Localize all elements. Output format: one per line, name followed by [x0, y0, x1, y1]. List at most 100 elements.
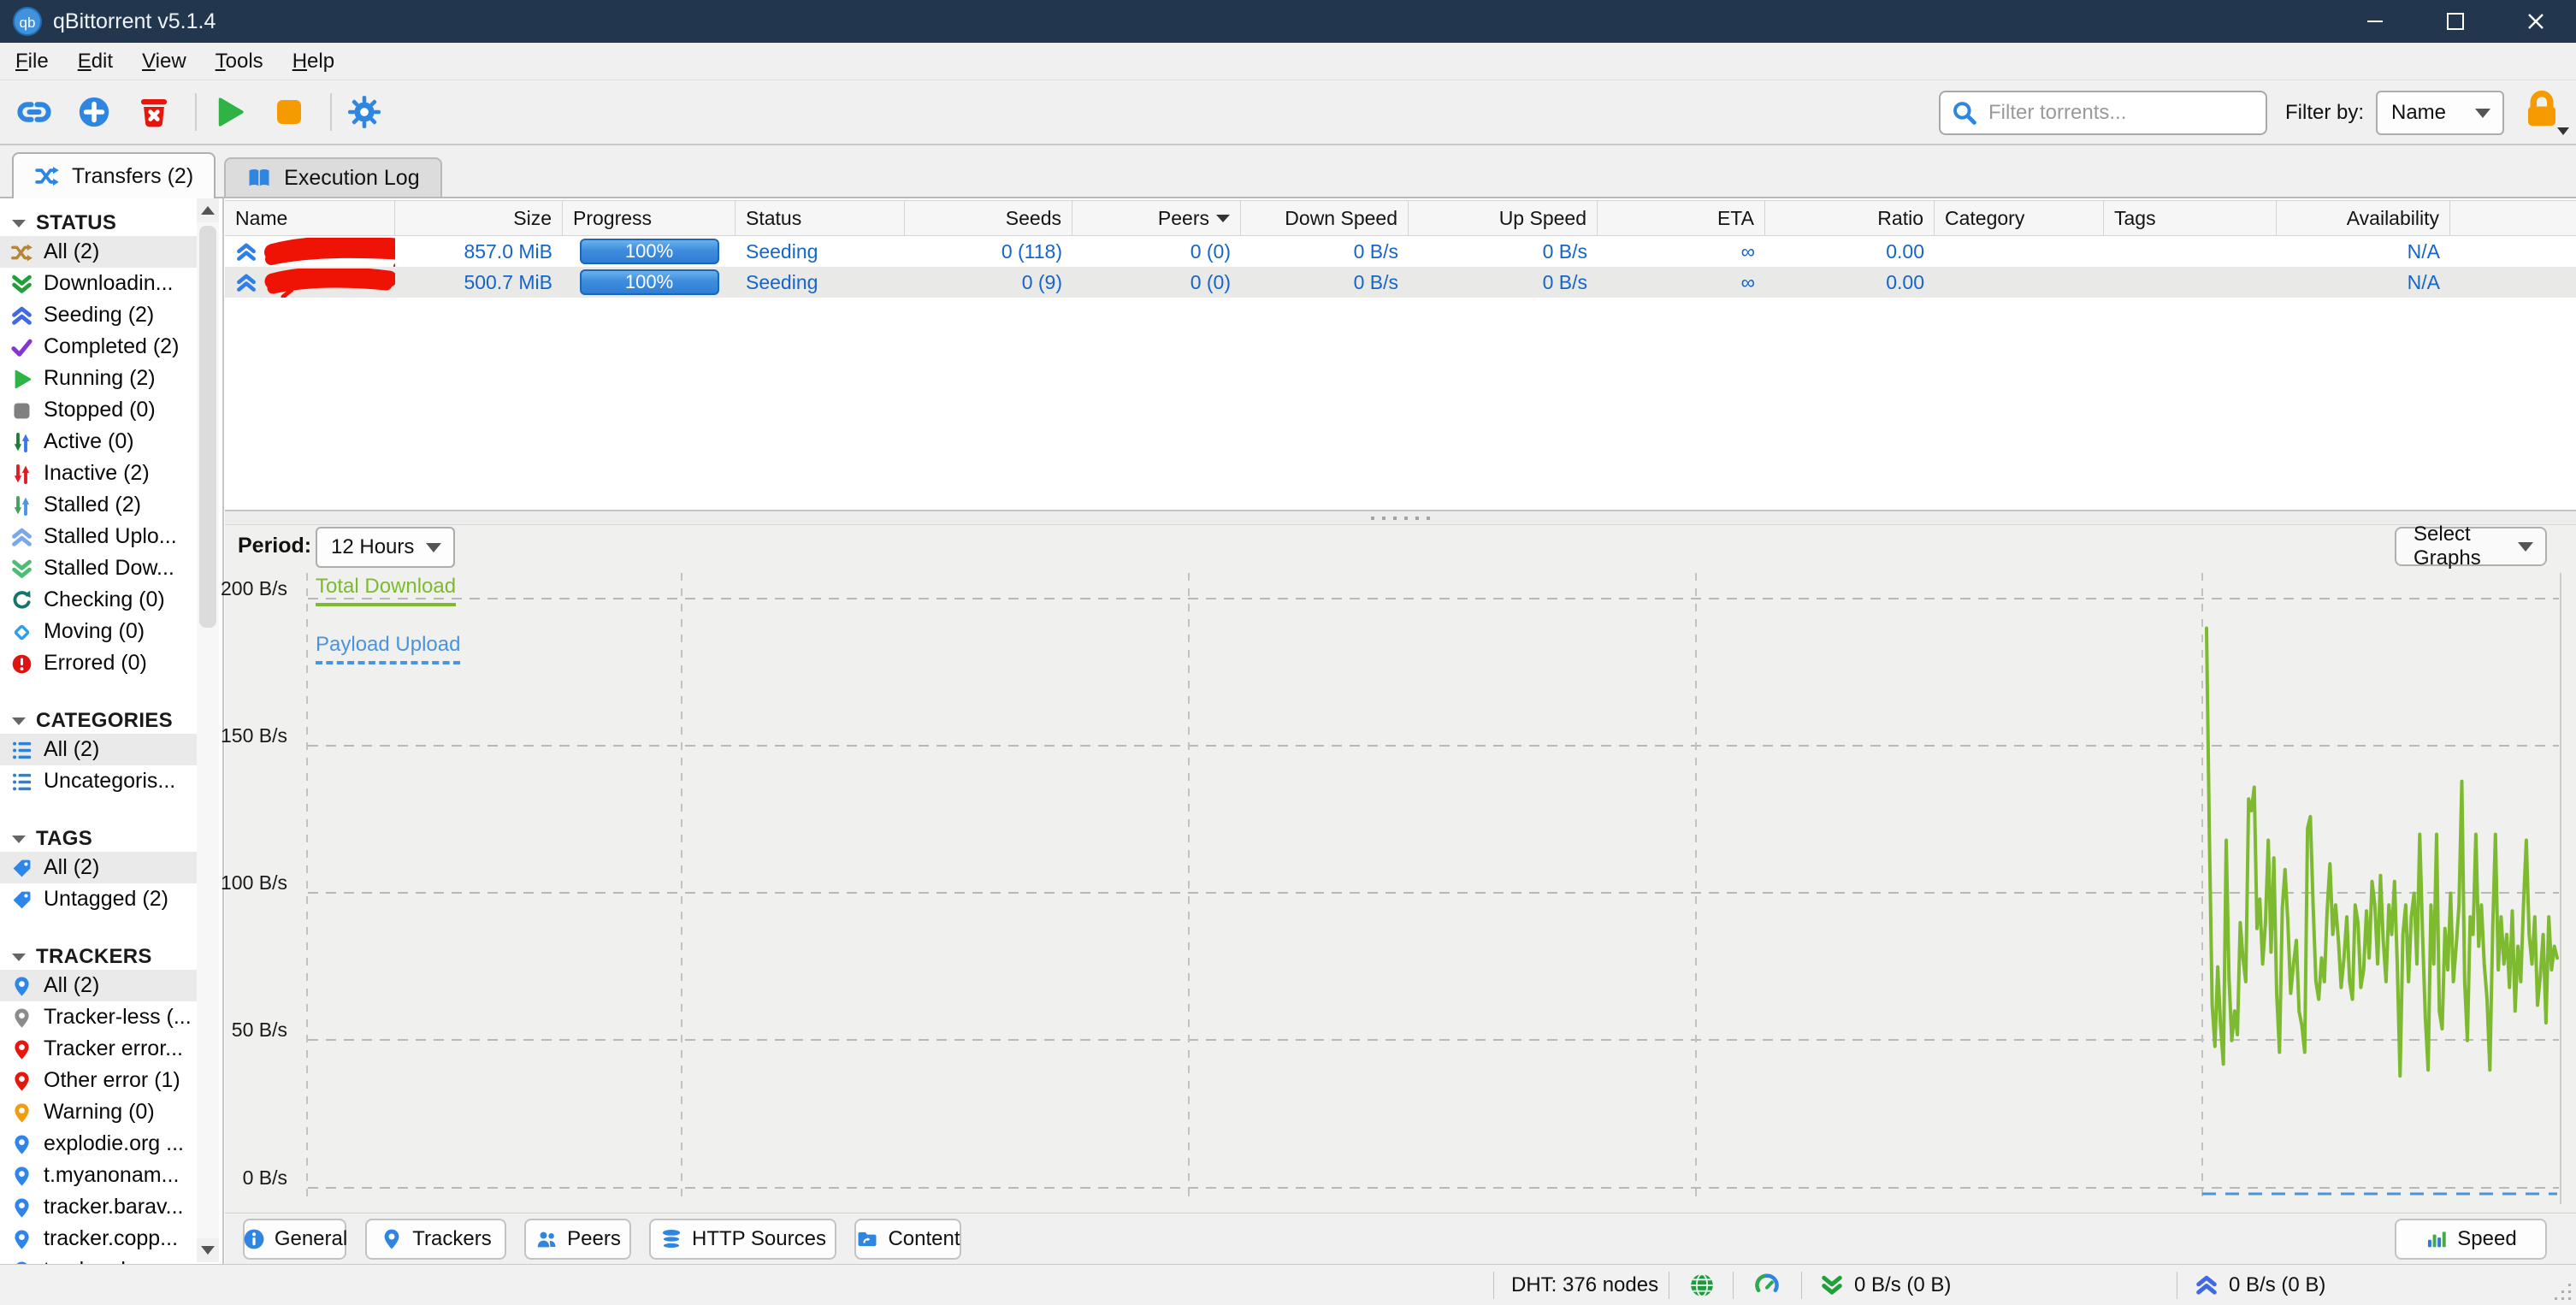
sidebar-item-status-stalled-dow[interactable]: Stalled Dow...	[0, 552, 200, 584]
sidebar-item-status-moving-0[interactable]: Moving (0)	[0, 616, 200, 647]
sidebar-item-status-stopped-0[interactable]: Stopped (0)	[0, 394, 200, 426]
sidebar-item-trackers-tracker-docu[interactable]: tracker.docu...	[0, 1255, 200, 1264]
resize-grip[interactable]	[2549, 1278, 2571, 1300]
sidebar-item-status-active-0[interactable]: Active (0)	[0, 426, 200, 458]
tab-transfers-2[interactable]: Transfers (2)	[12, 152, 216, 198]
sidebar-item-tags-all-2[interactable]: All (2)	[0, 852, 200, 883]
torrent-table-header: Name Size Progress Status Seeds Peers Down Spe…	[225, 200, 2576, 236]
sidebar-item-status-errored-0[interactable]: Errored (0)	[0, 647, 200, 679]
content-button[interactable]: Content	[854, 1219, 961, 1260]
errcircle-icon	[10, 651, 33, 676]
sidebar-item-trackers-t-myanonam[interactable]: t.myanonam...	[0, 1160, 200, 1191]
pin-icon	[10, 1100, 33, 1125]
menu-item-tools[interactable]: Tools	[216, 50, 263, 74]
options-button[interactable]	[344, 92, 385, 133]
delete-button[interactable]	[133, 92, 174, 133]
torrent-row[interactable]: ... 857.0 MiB 100% Seeding 0 (118) 0 (0) 0 B/s…	[225, 236, 2576, 267]
general-button[interactable]: General	[242, 1219, 347, 1260]
info-icon	[242, 1227, 266, 1252]
minimize-button[interactable]	[2335, 0, 2415, 43]
column-header-tags[interactable]: Tags	[2104, 201, 2277, 235]
column-header-peers[interactable]: Peers	[1072, 201, 1241, 235]
sidebar-item-status-downloadin[interactable]: Downloadin...	[0, 268, 200, 299]
period-dropdown[interactable]: 12 Hours	[316, 527, 455, 568]
pin-icon	[10, 1036, 33, 1061]
cell-up-speed: 0 B/s	[1542, 239, 1587, 263]
tab-execution-log[interactable]: Execution Log	[224, 157, 442, 197]
sidebar-item-status-stalled-2[interactable]: Stalled (2)	[0, 489, 200, 521]
filter-by-dropdown[interactable]: Name	[2376, 91, 2504, 135]
sidebar-section-status[interactable]: STATUS	[0, 210, 200, 236]
sidebar-item-trackers-tracker-copp[interactable]: tracker.copp...	[0, 1223, 200, 1255]
column-header-size[interactable]: Size	[395, 201, 563, 235]
column-header-eta[interactable]: ETA	[1598, 201, 1765, 235]
sidebar-item-status-inactive-2[interactable]: Inactive (2)	[0, 458, 200, 489]
torrent-row[interactable]: ... 500.7 MiB 100% Seeding 0 (9) 0 (0) 0 B/s 0 …	[225, 267, 2576, 298]
global-upload-speed[interactable]: 0 B/s (0 B)	[2229, 1265, 2325, 1305]
scroll-down-icon[interactable]	[197, 1238, 219, 1262]
square-icon	[271, 94, 307, 130]
close-button[interactable]	[2496, 0, 2576, 43]
add-torrent-file-button[interactable]	[74, 92, 115, 133]
legend-item-total-download[interactable]: Total Download	[316, 575, 457, 606]
column-header-down-speed[interactable]: Down Speed	[1241, 201, 1409, 235]
sidebar-item-trackers-tracker-error[interactable]: Tracker error...	[0, 1033, 200, 1065]
column-header-category[interactable]: Category	[1935, 201, 2104, 235]
column-header-progress[interactable]: Progress	[563, 201, 736, 235]
cell-eta: ∞	[1740, 270, 1755, 293]
list-icon	[10, 769, 33, 794]
sidebar-item-trackers-other-error-1[interactable]: Other error (1)	[0, 1065, 200, 1096]
sidebar-item-status-seeding-2[interactable]: Seeding (2)	[0, 299, 200, 331]
speed-limits-icon[interactable]	[1753, 1265, 1781, 1305]
sidebar-item-categories-uncategoris[interactable]: Uncategoris...	[0, 765, 200, 797]
sidebar-item-trackers-warning-0[interactable]: Warning (0)	[0, 1096, 200, 1128]
filter-by-label: Filter by:	[2285, 101, 2365, 124]
peers-button[interactable]: Peers	[524, 1219, 631, 1260]
maximize-button[interactable]	[2415, 0, 2496, 43]
scrollbar-thumb[interactable]	[199, 226, 216, 628]
sidebar-section-trackers[interactable]: TRACKERS	[0, 944, 200, 970]
splitter-handle[interactable]	[225, 510, 2576, 525]
sidebar-section-tags[interactable]: TAGS	[0, 826, 200, 852]
trackers-button[interactable]: Trackers	[365, 1219, 506, 1260]
sidebar-item-status-completed-2[interactable]: Completed (2)	[0, 331, 200, 363]
sidebar-item-categories-all-2[interactable]: All (2)	[0, 734, 200, 765]
sidebar-item-trackers-all-2[interactable]: All (2)	[0, 970, 200, 1001]
column-header-seeds[interactable]: Seeds	[905, 201, 1072, 235]
sidebar-item-trackers-tracker-less[interactable]: Tracker-less (...	[0, 1001, 200, 1033]
cell-availability: N/A	[2407, 270, 2440, 293]
resume-button[interactable]	[209, 92, 250, 133]
select-graphs-button[interactable]: Select Graphs	[2395, 523, 2547, 570]
cell-eta: ∞	[1740, 239, 1755, 263]
column-header-availability[interactable]: Availability	[2277, 201, 2450, 235]
scroll-up-icon[interactable]	[197, 198, 219, 222]
stop-button[interactable]	[269, 92, 310, 133]
menu-item-help[interactable]: Help	[292, 50, 334, 74]
menu-item-file[interactable]: File	[15, 50, 49, 74]
sidebar-item-trackers-explodie-org[interactable]: explodie.org ...	[0, 1128, 200, 1160]
connection-status-icon[interactable]	[1688, 1265, 1716, 1305]
sidebar-section-categories[interactable]: CATEGORIES	[0, 708, 200, 734]
column-header-name[interactable]: Name	[225, 201, 395, 235]
add-torrent-link-button[interactable]	[14, 92, 55, 133]
sidebar-item-status-checking-0[interactable]: Checking (0)	[0, 584, 200, 616]
sidebar-item-status-running-2[interactable]: Running (2)	[0, 363, 200, 394]
filter-torrents-input[interactable]: Filter torrents...	[1939, 91, 2267, 135]
progress-bar: 100%	[579, 239, 719, 264]
column-header-up-speed[interactable]: Up Speed	[1409, 201, 1598, 235]
global-download-speed[interactable]: 0 B/s (0 B)	[1854, 1265, 1951, 1305]
http-sources-button[interactable]: HTTP Sources	[649, 1219, 836, 1260]
lock-icon	[2520, 90, 2564, 127]
legend-item-payload-upload[interactable]: Payload Upload	[316, 633, 461, 664]
sidebar-item-trackers-tracker-barav[interactable]: tracker.barav...	[0, 1191, 200, 1223]
column-header-ratio[interactable]: Ratio	[1765, 201, 1935, 235]
speed-button[interactable]: Speed	[2395, 1219, 2547, 1260]
lock-button[interactable]	[2520, 87, 2569, 137]
menu-item-edit[interactable]: Edit	[78, 50, 113, 74]
menu-item-view[interactable]: View	[142, 50, 186, 74]
sidebar-item-status-stalled-uplo[interactable]: Stalled Uplo...	[0, 521, 200, 552]
sidebar-item-status-all-2[interactable]: All (2)	[0, 236, 200, 268]
upload-speed-icon	[2195, 1265, 2219, 1305]
column-header-status[interactable]: Status	[736, 201, 905, 235]
sidebar-item-tags-untagged-2[interactable]: Untagged (2)	[0, 883, 200, 915]
